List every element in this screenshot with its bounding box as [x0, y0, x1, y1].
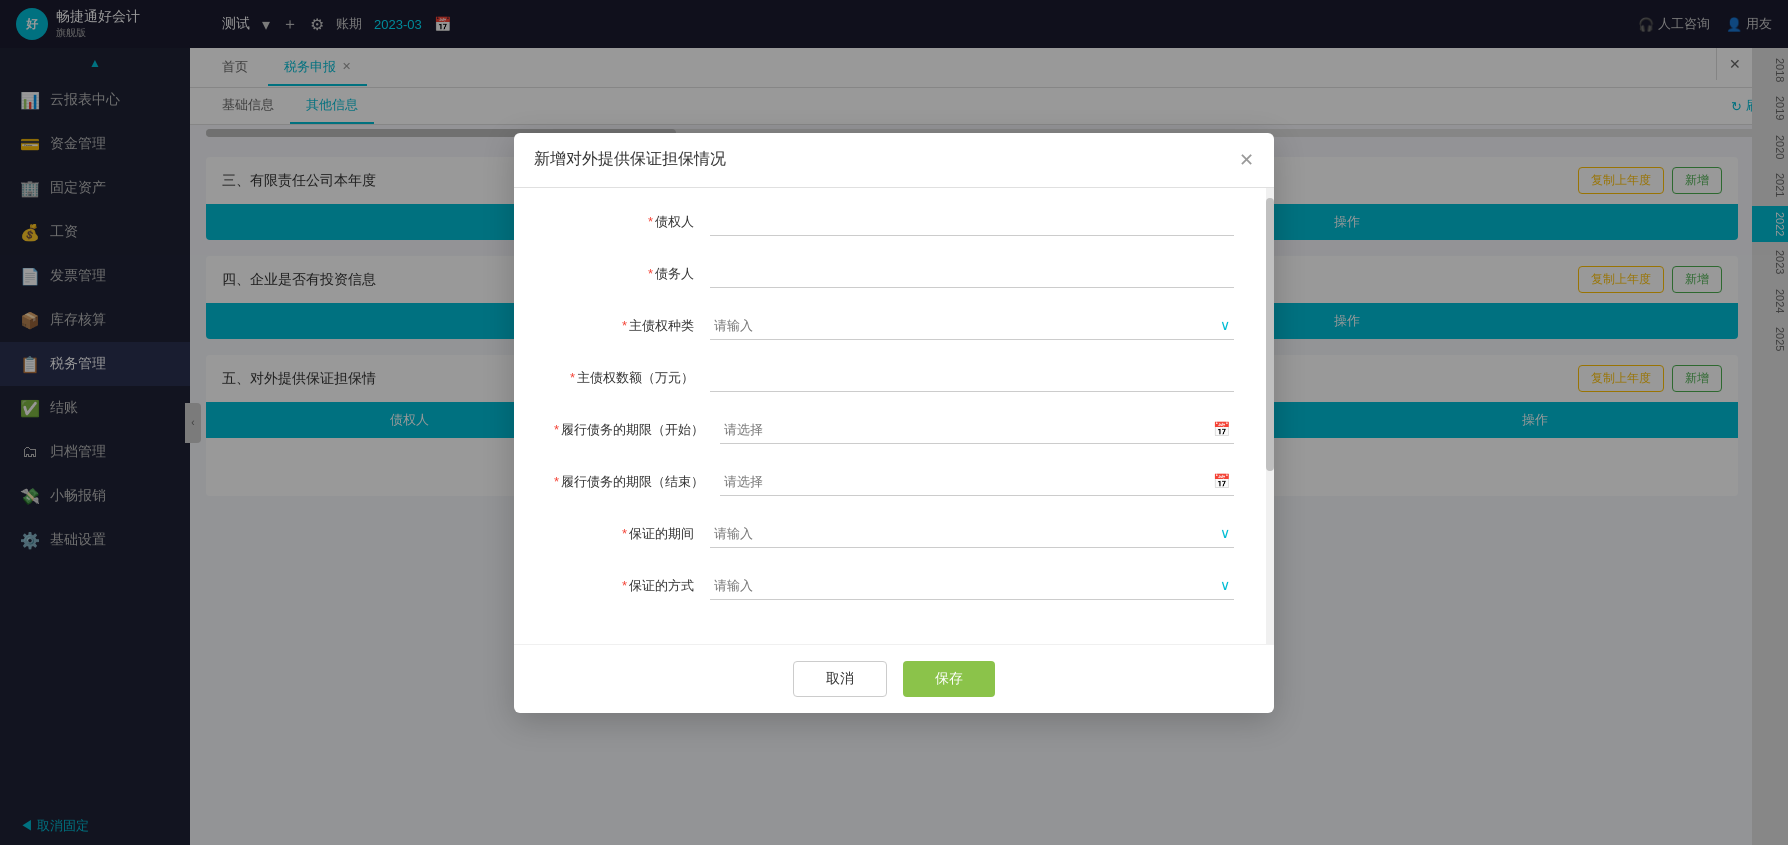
dialog-footer: 取消 保存: [514, 644, 1274, 713]
creditor-label: *债权人: [554, 213, 694, 231]
period-start-label: *履行债务的期限（开始）: [554, 421, 704, 439]
form-row-guarantee-period: *保证的期间 ∨: [554, 520, 1234, 548]
form-row-period-start: *履行债务的期限（开始） 📅: [554, 416, 1234, 444]
dialog-header: 新增对外提供保证担保情况 ✕: [514, 133, 1274, 188]
period-end-input[interactable]: [720, 468, 1213, 495]
form-row-guarantee-method: *保证的方式 ∨: [554, 572, 1234, 600]
debtor-label: *债务人: [554, 265, 694, 283]
required-mark: *: [554, 422, 559, 437]
required-mark: *: [648, 214, 653, 229]
required-mark: *: [622, 526, 627, 541]
required-mark: *: [648, 266, 653, 281]
period-start-input[interactable]: [720, 416, 1213, 443]
guarantee-period-input[interactable]: [710, 520, 1220, 547]
required-mark: *: [570, 370, 575, 385]
period-start-wrap: 📅: [720, 416, 1234, 444]
period-end-calendar-icon[interactable]: 📅: [1213, 473, 1234, 489]
claim-type-select-wrap: ∨: [710, 312, 1234, 340]
guarantee-method-wrap: ∨: [710, 572, 1234, 600]
dialog-title: 新增对外提供保证担保情况: [534, 149, 726, 170]
guarantee-period-arrow[interactable]: ∨: [1220, 525, 1234, 541]
dialog-overlay[interactable]: 新增对外提供保证担保情况 ✕ *债权人 *债务人 *: [0, 0, 1788, 845]
dialog-close-btn[interactable]: ✕: [1239, 149, 1254, 171]
save-button[interactable]: 保存: [903, 661, 995, 697]
dialog-scrollbar[interactable]: [1266, 188, 1274, 644]
claim-amount-label: *主债权数额（万元）: [554, 369, 694, 387]
required-mark: *: [554, 474, 559, 489]
dialog-scrollbar-thumb: [1266, 198, 1274, 472]
form-row-claim-type: *主债权种类 ∨: [554, 312, 1234, 340]
dialog: 新增对外提供保证担保情况 ✕ *债权人 *债务人 *: [514, 133, 1274, 713]
creditor-input[interactable]: [710, 208, 1234, 236]
claim-type-label: *主债权种类: [554, 317, 694, 335]
period-end-label: *履行债务的期限（结束）: [554, 473, 704, 491]
form-row-debtor: *债务人: [554, 260, 1234, 288]
dialog-body: *债权人 *债务人 *主债权种类 ∨: [514, 188, 1274, 644]
guarantee-method-input[interactable]: [710, 572, 1220, 599]
form-row-creditor: *债权人: [554, 208, 1234, 236]
required-mark: *: [622, 578, 627, 593]
claim-amount-input[interactable]: [710, 364, 1234, 392]
guarantee-period-label: *保证的期间: [554, 525, 694, 543]
cancel-button[interactable]: 取消: [793, 661, 887, 697]
period-end-wrap: 📅: [720, 468, 1234, 496]
form-row-claim-amount: *主债权数额（万元）: [554, 364, 1234, 392]
form-row-period-end: *履行债务的期限（结束） 📅: [554, 468, 1234, 496]
required-mark: *: [622, 318, 627, 333]
debtor-input[interactable]: [710, 260, 1234, 288]
claim-type-arrow[interactable]: ∨: [1220, 317, 1234, 333]
guarantee-method-label: *保证的方式: [554, 577, 694, 595]
claim-type-input[interactable]: [710, 312, 1220, 339]
guarantee-method-arrow[interactable]: ∨: [1220, 577, 1234, 593]
guarantee-period-wrap: ∨: [710, 520, 1234, 548]
period-start-calendar-icon[interactable]: 📅: [1213, 421, 1234, 437]
